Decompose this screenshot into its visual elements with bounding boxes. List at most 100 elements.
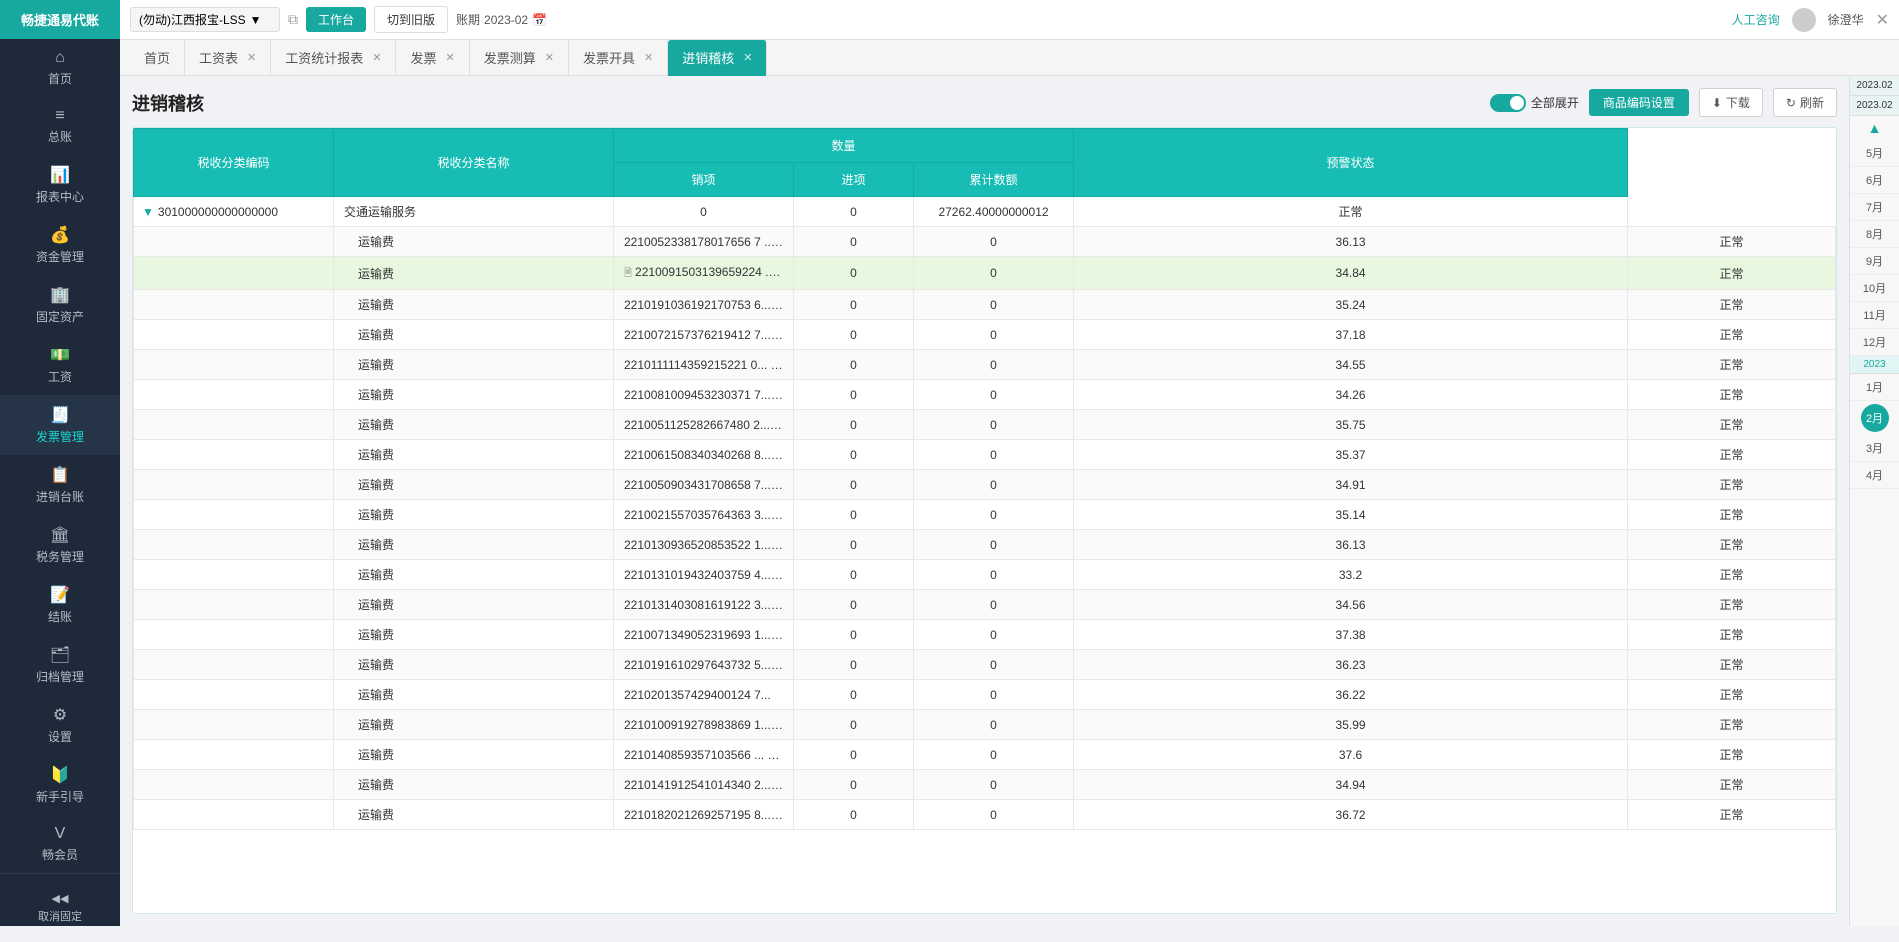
sidebar-item-report[interactable]: 📊 报表中心: [0, 155, 120, 215]
cell-status: 正常: [1628, 410, 1836, 440]
tab-close-icon[interactable]: ✕: [743, 51, 752, 64]
cell-status: 正常: [1628, 770, 1836, 800]
col-cumulative: 累计数额: [914, 163, 1074, 197]
tab-sales-check[interactable]: 进销稽核 ✕: [668, 40, 767, 76]
tab-home[interactable]: 首页: [130, 40, 185, 76]
cell-invoice: 2210182021269257195 8... 吨: [614, 800, 794, 830]
sidebar-item-settle[interactable]: 📝 结账: [0, 575, 120, 635]
ledger-icon: ≡: [55, 107, 64, 125]
close-icon[interactable]: ✕: [1876, 10, 1889, 30]
cell-cumulative: 34.84: [1074, 257, 1628, 290]
cell-sales: 0: [794, 470, 914, 500]
cell-sales: 0: [794, 650, 914, 680]
tab-close-icon[interactable]: ✕: [446, 51, 455, 64]
copy-button[interactable]: ⧉: [288, 11, 298, 28]
cell-status: 正常: [1628, 530, 1836, 560]
cal-month-11[interactable]: 11月: [1850, 302, 1899, 329]
table-row: 运输费 2210182021269257195 8... 吨 0 0 36.72…: [134, 800, 1836, 830]
sidebar-item-fixed[interactable]: 🏢 固定资产: [0, 275, 120, 335]
sidebar-item-archive[interactable]: 🗂 归档管理: [0, 635, 120, 695]
company-selector[interactable]: (勿动)江西报宝-LSS ▼: [130, 7, 280, 32]
cell-code: [134, 227, 334, 257]
product-code-settings-button[interactable]: 商品编码设置: [1589, 89, 1689, 116]
cell-invoice: 2210061508340340268 8... 吨: [614, 440, 794, 470]
tab-invoice[interactable]: 发票 ✕: [396, 40, 469, 76]
content-area: 进销稽核 全部展开 商品编码设置 ⬇ 下载 ↻ 刷新: [120, 76, 1899, 926]
sidebar-item-capital[interactable]: 💰 资金管理: [0, 215, 120, 275]
cal-month-8[interactable]: 8月: [1850, 221, 1899, 248]
cal-month-5[interactable]: 5月: [1850, 140, 1899, 167]
cal-year-prev: 2023.02: [1850, 76, 1899, 96]
tab-close-icon[interactable]: ✕: [545, 51, 554, 64]
cell-cumulative: 35.99: [1074, 710, 1628, 740]
sidebar-item-tax[interactable]: 🏛 税务管理: [0, 515, 120, 575]
tab-invoice-calc[interactable]: 发票测算 ✕: [470, 40, 569, 76]
cell-sales: 0: [794, 770, 914, 800]
cell-purchase: 0: [914, 770, 1074, 800]
cell-invoice: 2210081009453230371 7... 吨: [614, 380, 794, 410]
sidebar-item-settings[interactable]: ⚙ 设置: [0, 695, 120, 755]
cell-cumulative: 35.24: [1074, 290, 1628, 320]
cal-month-6[interactable]: 6月: [1850, 167, 1899, 194]
cal-month-2-active[interactable]: 2月: [1861, 404, 1889, 432]
cell-name: 运输费: [334, 620, 614, 650]
table-row: 运输费 2210051125282667480 2... 吨 0 0 35.75…: [134, 410, 1836, 440]
table-row: 运输费 🗎2210091503139659224 ... 吨 0 0 34.84…: [134, 257, 1836, 290]
cell-name: 运输费: [334, 530, 614, 560]
tab-salary-report-label: 工资统计报表: [285, 48, 363, 67]
cell-code: [134, 710, 334, 740]
cell-status: 正常: [1628, 380, 1836, 410]
cal-nav-up[interactable]: ▲: [1850, 116, 1899, 140]
sidebar-item-ledger[interactable]: ≡ 总账: [0, 97, 120, 155]
cell-invoice: 2210201357429400124 7...: [614, 680, 794, 710]
sidebar-item-sales[interactable]: 📋 进销台账: [0, 455, 120, 515]
cell-status: 正常: [1628, 320, 1836, 350]
chevron-down-icon: ▼: [250, 13, 262, 27]
download-icon: ⬇: [1712, 96, 1722, 110]
sidebar-item-member[interactable]: V 畅会员: [0, 815, 120, 873]
cell-status: 正常: [1628, 560, 1836, 590]
tab-close-icon[interactable]: ✕: [644, 51, 653, 64]
tab-close-icon[interactable]: ✕: [247, 51, 256, 64]
sidebar-item-salary[interactable]: 💵 工资: [0, 335, 120, 395]
sidebar-item-invoice[interactable]: 🧾 发票管理: [0, 395, 120, 455]
cell-invoice: 2210191036192170753 6... 吨: [614, 290, 794, 320]
tab-invoice-open[interactable]: 发票开具 ✕: [569, 40, 668, 76]
tab-close-icon[interactable]: ✕: [372, 51, 381, 64]
cell-invoice: 2210071349052319693 1... 吨: [614, 620, 794, 650]
cal-month-10[interactable]: 10月: [1850, 275, 1899, 302]
cell-sales: 0: [794, 530, 914, 560]
support-link[interactable]: 人工咨询: [1732, 11, 1780, 28]
cell-cumulative: 35.14: [1074, 500, 1628, 530]
sidebar-item-guide[interactable]: 🔰 新手引导: [0, 755, 120, 815]
sidebar-item-home[interactable]: ⌂ 首页: [0, 39, 120, 97]
download-button[interactable]: ⬇ 下载: [1699, 88, 1763, 117]
cal-month-9[interactable]: 9月: [1850, 248, 1899, 275]
switch-version-button[interactable]: 切到旧版: [374, 6, 448, 33]
cell-purchase: 0: [914, 380, 1074, 410]
tab-salary-table[interactable]: 工资表 ✕: [185, 40, 271, 76]
col-tax-name: 税收分类名称: [334, 129, 614, 197]
settle-icon: 📝: [50, 585, 70, 605]
cal-month-4[interactable]: 4月: [1850, 462, 1899, 489]
refresh-button[interactable]: ↻ 刷新: [1773, 88, 1837, 117]
cal-month-3[interactable]: 3月: [1850, 435, 1899, 462]
toggle-switch[interactable]: [1490, 94, 1526, 112]
cell-sales: 0: [614, 197, 794, 227]
cell-code: [134, 680, 334, 710]
cell-invoice: 2210051125282667480 2... 吨: [614, 410, 794, 440]
cell-status: 正常: [1628, 650, 1836, 680]
cal-month-7[interactable]: 7月: [1850, 194, 1899, 221]
table-row: 运输费 2210140859357103566 ... 吨 0 0 37.6 正…: [134, 740, 1836, 770]
page-content: 进销稽核 全部展开 商品编码设置 ⬇ 下载 ↻ 刷新: [120, 76, 1849, 926]
tab-salary-report[interactable]: 工资统计报表 ✕: [271, 40, 396, 76]
toggle-expand[interactable]: 全部展开: [1490, 94, 1579, 112]
unpin-button[interactable]: ◀◀ 取消固定: [0, 882, 120, 934]
workspace-button[interactable]: 工作台: [306, 7, 366, 32]
cal-month-12[interactable]: 12月: [1850, 329, 1899, 356]
cell-invoice: 2210140859357103566 ... 吨: [614, 740, 794, 770]
app-logo: 畅捷通易代账: [0, 0, 120, 39]
cell-sales: 0: [794, 410, 914, 440]
cal-month-1[interactable]: 1月: [1850, 374, 1899, 401]
cell-sales: 0: [794, 227, 914, 257]
